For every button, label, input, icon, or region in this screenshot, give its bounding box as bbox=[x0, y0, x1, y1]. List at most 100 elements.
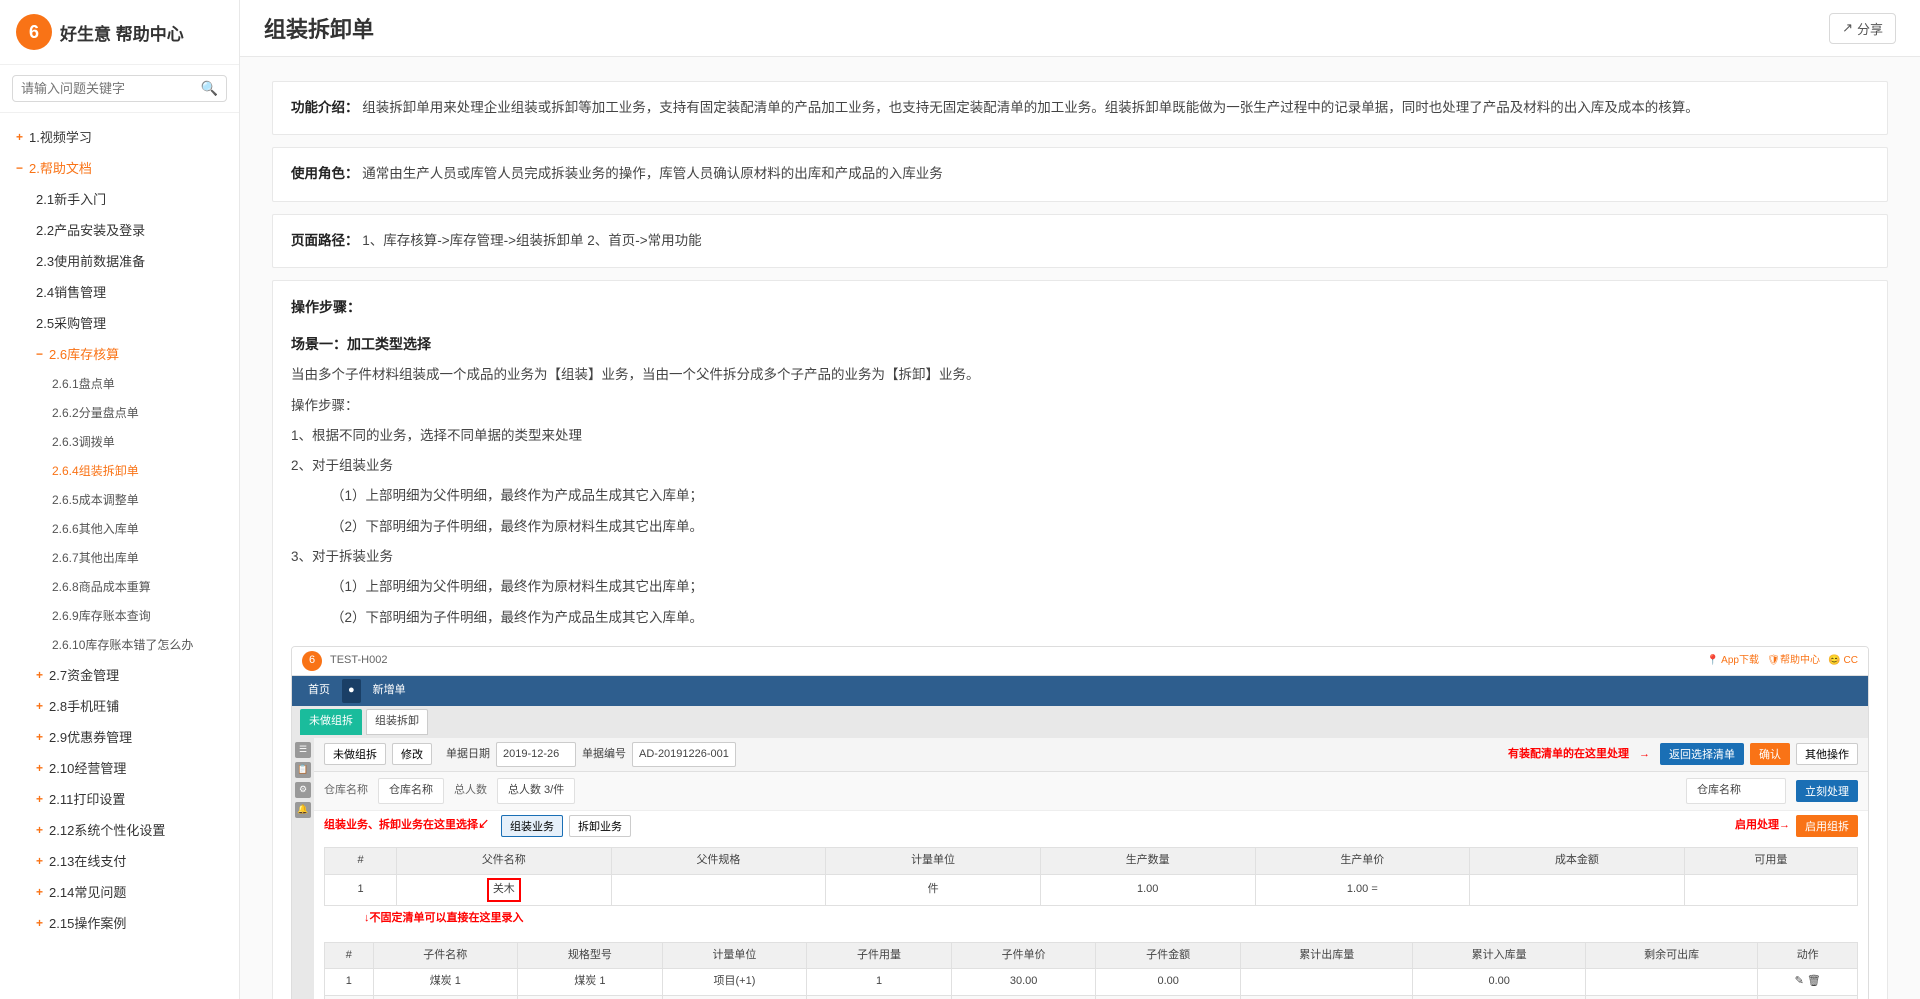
search-input[interactable] bbox=[21, 81, 201, 96]
ss-th-name: 父件名称 bbox=[397, 848, 612, 875]
sidebar-item-2.6.1[interactable]: 2.6.1盘点单 bbox=[0, 369, 239, 398]
sidebar-item-2.6.2[interactable]: 2.6.2分量盘点单 bbox=[0, 398, 239, 427]
plus-icon-2.15: + bbox=[36, 916, 43, 930]
sidebar-item-2.6[interactable]: − 2.6库存核算 bbox=[0, 338, 239, 369]
ss-th-spec: 父件规格 bbox=[611, 848, 826, 875]
ss-table1-wrap: # 父件名称 父件规格 计量单位 生产数量 生产单价 成本金额 可用量 bbox=[314, 847, 1868, 935]
plus-icon-2.8: + bbox=[36, 699, 43, 713]
sidebar-item-2.6.10[interactable]: 2.6.10库存账本错了怎么办 bbox=[0, 630, 239, 659]
intro-block: 功能介绍： 组装拆卸单用来处理企业组装或拆卸等加工业务，支持有固定装配清单的产品… bbox=[272, 81, 1888, 135]
sidebar-item-2.6.5[interactable]: 2.6.5成本调整单 bbox=[0, 485, 239, 514]
sidebar-item-2.9[interactable]: + 2.9优惠券管理 bbox=[0, 721, 239, 752]
sidebar-item-2.3[interactable]: 2.3使用前数据准备 bbox=[0, 245, 239, 276]
ss-table2: # 子件名称 规格型号 计量单位 子件用量 子件单价 子件金额 累计出库量 bbox=[324, 942, 1858, 999]
ss-cust-name: 仓库名称 bbox=[1686, 778, 1786, 804]
ss-total: 总人数 3/件 bbox=[497, 778, 575, 804]
search-area: 🔍 bbox=[0, 65, 239, 113]
table-row: 1 关木 件 1.00 1.00 = bbox=[325, 874, 1858, 905]
sidebar: 6 好生意 帮助中心 🔍 + 1.视频学习 − 2.帮助文档 2.1新手入门 2… bbox=[0, 0, 240, 999]
ss-icons: 📍 App下载 🛡帮助中心 😊 CC bbox=[1706, 652, 1858, 670]
main: 组装拆卸单 ↗ 分享 功能介绍： 组装拆卸单用来处理企业组装或拆卸等加工业务，支… bbox=[240, 0, 1920, 999]
page-title: 组装拆卸单 bbox=[264, 12, 374, 44]
ss-toolbar: 未做组拆 修改 单据日期 2019-12-26 单据编号 AD-20191226… bbox=[314, 738, 1868, 773]
sidebar-item-2.6.3[interactable]: 2.6.3调拨单 bbox=[0, 427, 239, 456]
nav-tree: + 1.视频学习 − 2.帮助文档 2.1新手入门 2.2产品安装及登录 2.3… bbox=[0, 113, 239, 999]
ss-annotation-warn: ↓不固定清单可以直接在这里录入 bbox=[364, 909, 1858, 929]
plus-icon-2.10: + bbox=[36, 761, 43, 775]
ss-btn-enable: 启用组拆 bbox=[1796, 815, 1858, 837]
share-button[interactable]: ↗ 分享 bbox=[1829, 13, 1896, 44]
path-block: 页面路径： 1、库存核算->库存管理->组装拆卸单 2、首页->常用功能 bbox=[272, 214, 1888, 268]
path-label: 页面路径： bbox=[291, 233, 359, 248]
sidebar-item-2.14[interactable]: + 2.14常见问题 bbox=[0, 876, 239, 907]
role-text: 通常由生产人员或库管人员完成拆装业务的操作，库管人员确认原材料的出库和产成品的入… bbox=[362, 166, 943, 181]
topbar: 组装拆卸单 ↗ 分享 bbox=[240, 0, 1920, 57]
sidebar-item-2.6.7[interactable]: 2.6.7其他出库单 bbox=[0, 543, 239, 572]
ss-date-val: 2019-12-26 bbox=[496, 742, 576, 768]
ss-th-avail: 可用量 bbox=[1684, 848, 1857, 875]
sidebar-item-docs[interactable]: − 2.帮助文档 bbox=[0, 152, 239, 183]
sidebar-item-video[interactable]: + 1.视频学习 bbox=[0, 121, 239, 152]
sidebar-item-2.7[interactable]: + 2.7资金管理 bbox=[0, 659, 239, 690]
ss-warehouse: 仓库名称 bbox=[378, 778, 444, 804]
ss-no-val: AD-20191226-001 bbox=[632, 742, 736, 768]
ss-icon-1: ☰ bbox=[295, 742, 311, 758]
plus-icon-2.11: + bbox=[36, 792, 43, 806]
sidebar-item-2.6.8[interactable]: 2.6.8商品成本重算 bbox=[0, 572, 239, 601]
minus-icon: − bbox=[16, 161, 23, 175]
sidebar-item-2.4[interactable]: 2.4销售管理 bbox=[0, 276, 239, 307]
content-area: 功能介绍： 组装拆卸单用来处理企业组装或拆卸等加工业务，支持有固定装配清单的产品… bbox=[240, 57, 1920, 999]
sidebar-item-2.2[interactable]: 2.2产品安装及登录 bbox=[0, 214, 239, 245]
step-3-2: （2）下部明细为子件明细，最终作为产成品生成其它入库单。 bbox=[291, 606, 1869, 630]
ss-highlight-cell: 关木 bbox=[487, 878, 521, 902]
scenario1-desc: 当由多个子件材料组装成一个成品的业务为【组装】业务，当由一个父件拆分成多个子产品… bbox=[291, 363, 1869, 387]
step-3: 3、对于拆装业务 bbox=[291, 545, 1869, 569]
sidebar-item-2.6.6[interactable]: 2.6.6其他入库单 bbox=[0, 514, 239, 543]
ss-nav-new: 新增单 bbox=[367, 679, 412, 703]
role-block: 使用角色： 通常由生产人员或库管人员完成拆装业务的操作，库管人员确认原材料的出库… bbox=[272, 147, 1888, 201]
step-1: 1、根据不同的业务，选择不同单据的类型来处理 bbox=[291, 424, 1869, 448]
plus-icon: + bbox=[16, 130, 23, 144]
ss-annotation-enable: 启用处理→ bbox=[1735, 816, 1790, 836]
logo-area: 6 好生意 帮助中心 bbox=[0, 0, 239, 65]
sidebar-item-2.6.4[interactable]: 2.6.4组装拆卸单 bbox=[0, 456, 239, 485]
minus-icon-2.6: − bbox=[36, 347, 43, 361]
share-icon: ↗ bbox=[1842, 20, 1853, 36]
ss-app-id: TEST-H002 bbox=[330, 651, 387, 671]
intro-label: 功能介绍： bbox=[291, 100, 359, 115]
table-row: 2 煤炭 2 1 1 0.00 0.00 0 bbox=[325, 996, 1858, 999]
ss-form-label1: 仓库名称 bbox=[324, 781, 368, 801]
step-3-1: （1）上部明细为父件明细，最终作为原材料生成其它出库单； bbox=[291, 575, 1869, 599]
ss-nav-active: ● bbox=[342, 679, 361, 703]
role-label: 使用角色： bbox=[291, 166, 359, 181]
sidebar-item-2.8[interactable]: + 2.8手机旺铺 bbox=[0, 690, 239, 721]
plus-icon-2.9: + bbox=[36, 730, 43, 744]
ss-nav-home: 首页 bbox=[302, 679, 336, 703]
sidebar-item-2.11[interactable]: + 2.11打印设置 bbox=[0, 783, 239, 814]
logo-text: 好生意 帮助中心 bbox=[60, 20, 184, 45]
ss-type-row-wrap: 组装业务、拆卸业务在这里选择↙ 组装业务 拆卸业务 启用处理→ 启用组拆 bbox=[314, 811, 1868, 841]
plus-icon-2.14: + bbox=[36, 885, 43, 899]
ss-tab-list: 组装拆卸 bbox=[366, 709, 428, 735]
sidebar-item-2.15[interactable]: + 2.15操作案例 bbox=[0, 907, 239, 938]
ss-no-label: 单据编号 bbox=[582, 745, 626, 765]
sidebar-item-2.1[interactable]: 2.1新手入门 bbox=[0, 183, 239, 214]
step-2: 2、对于组装业务 bbox=[291, 454, 1869, 478]
screenshot-wrap: 6 TEST-H002 📍 App下载 🛡帮助中心 😊 CC 首页 ● 新增单 … bbox=[291, 646, 1869, 999]
ss-th-amount: 成本金额 bbox=[1470, 848, 1685, 875]
sidebar-item-2.10[interactable]: + 2.10经营管理 bbox=[0, 752, 239, 783]
ss-th-qty: 生产数量 bbox=[1040, 848, 1255, 875]
plus-icon-2.7: + bbox=[36, 668, 43, 682]
ss-th-no: # bbox=[325, 848, 397, 875]
search-icon[interactable]: 🔍 bbox=[201, 80, 218, 97]
intro-text: 组装拆卸单用来处理企业组装或拆卸等加工业务，支持有固定装配清单的产品加工业务，也… bbox=[362, 100, 1699, 115]
scenario1-title: 场景一：加工类型选择 bbox=[291, 332, 1869, 357]
sidebar-item-2.6.9[interactable]: 2.6.9库存账本查询 bbox=[0, 601, 239, 630]
ss-date-label: 单据日期 bbox=[446, 745, 490, 765]
screenshot-inner: 6 TEST-H002 📍 App下载 🛡帮助中心 😊 CC 首页 ● 新增单 … bbox=[292, 647, 1868, 999]
ss-btn-apply: 立刻处理 bbox=[1796, 780, 1858, 802]
sidebar-item-2.13[interactable]: + 2.13在线支付 bbox=[0, 845, 239, 876]
ss-type-assembly: 组装业务 bbox=[501, 815, 563, 837]
sidebar-item-2.12[interactable]: + 2.12系统个性化设置 bbox=[0, 814, 239, 845]
sidebar-item-2.5[interactable]: 2.5采购管理 bbox=[0, 307, 239, 338]
